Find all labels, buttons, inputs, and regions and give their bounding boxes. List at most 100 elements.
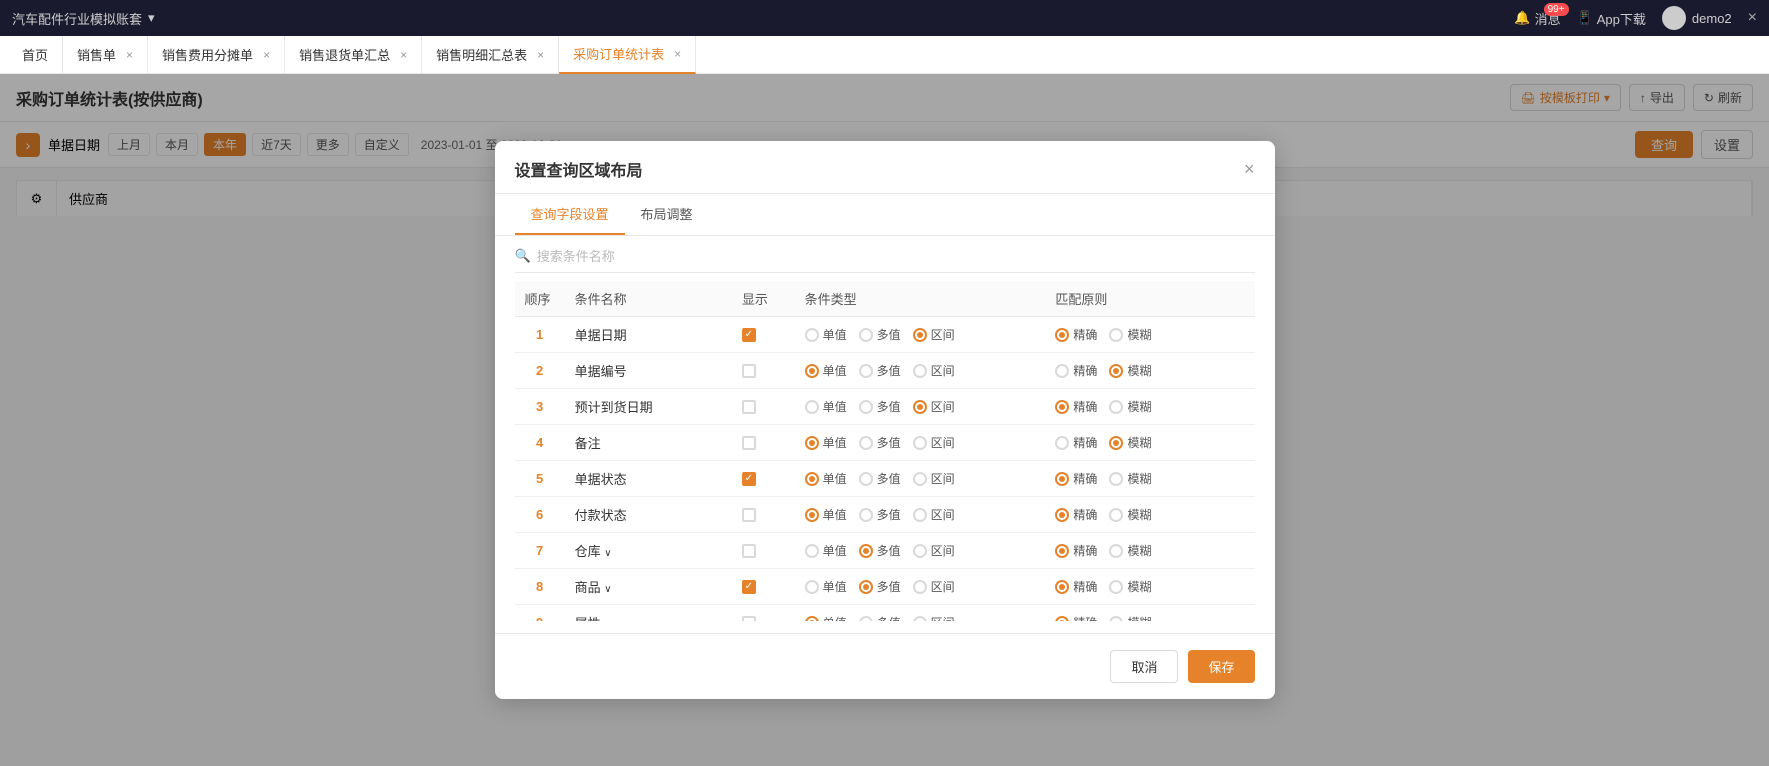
display-checkbox[interactable] bbox=[742, 472, 756, 486]
app-title: 汽车配件行业模拟账套 bbox=[12, 9, 142, 28]
type-radio-区间[interactable]: 区间 bbox=[913, 578, 955, 595]
radio-label: 多值 bbox=[877, 470, 901, 487]
match-radio-精确[interactable]: 精确 bbox=[1055, 614, 1097, 621]
type-radio-单值[interactable]: 单值 bbox=[805, 362, 847, 379]
match-radio-模糊[interactable]: 模糊 bbox=[1109, 362, 1151, 379]
tab-sales-order[interactable]: 销售单 × bbox=[63, 36, 148, 74]
tab-layout-adjust[interactable]: 布局调整 bbox=[625, 194, 709, 235]
cancel-button[interactable]: 取消 bbox=[1110, 650, 1178, 683]
display-checkbox[interactable] bbox=[742, 508, 756, 522]
match-radio-模糊[interactable]: 模糊 bbox=[1109, 398, 1151, 415]
match-radio-精确[interactable]: 精确 bbox=[1055, 578, 1097, 595]
top-close-button[interactable]: × bbox=[1748, 9, 1757, 27]
match-radio-精确[interactable]: 精确 bbox=[1055, 362, 1097, 379]
match-radio-模糊[interactable]: 模糊 bbox=[1109, 578, 1151, 595]
tab-close-sales-order[interactable]: × bbox=[126, 48, 133, 62]
notification-button[interactable]: 🔔 消息 99+ bbox=[1514, 9, 1560, 28]
type-radio-多值[interactable]: 多值 bbox=[859, 578, 901, 595]
match-radio-模糊[interactable]: 模糊 bbox=[1109, 470, 1151, 487]
type-radio-单值[interactable]: 单值 bbox=[805, 542, 847, 559]
type-radio-单值[interactable]: 单值 bbox=[805, 398, 847, 415]
type-radio-单值[interactable]: 单值 bbox=[805, 614, 847, 621]
type-radio-多值[interactable]: 多值 bbox=[859, 362, 901, 379]
tab-home[interactable]: 首页 bbox=[8, 36, 63, 74]
modal-close-button[interactable]: × bbox=[1244, 160, 1255, 178]
match-radio-精确[interactable]: 精确 bbox=[1055, 326, 1097, 343]
type-radio-单值[interactable]: 单值 bbox=[805, 470, 847, 487]
type-radio-区间[interactable]: 区间 bbox=[913, 614, 955, 621]
type-radio-区间[interactable]: 区间 bbox=[913, 362, 955, 379]
type-radio-多值[interactable]: 多值 bbox=[859, 614, 901, 621]
user-area[interactable]: demo2 bbox=[1662, 6, 1732, 30]
type-radio-多值[interactable]: 多值 bbox=[859, 326, 901, 343]
radio-circle bbox=[859, 472, 873, 486]
match-radio-精确[interactable]: 精确 bbox=[1055, 434, 1097, 451]
display-checkbox[interactable] bbox=[742, 436, 756, 450]
row-display-cell bbox=[732, 605, 795, 622]
row-order: 5 bbox=[515, 461, 565, 497]
match-radio-精确[interactable]: 精确 bbox=[1055, 470, 1097, 487]
display-checkbox[interactable] bbox=[742, 400, 756, 414]
display-checkbox[interactable] bbox=[742, 544, 756, 558]
match-radio-精确[interactable]: 精确 bbox=[1055, 542, 1097, 559]
type-radio-区间[interactable]: 区间 bbox=[913, 434, 955, 451]
match-radio-精确[interactable]: 精确 bbox=[1055, 398, 1097, 415]
match-radio-模糊[interactable]: 模糊 bbox=[1109, 326, 1151, 343]
settings-modal: 设置查询区域布局 × 查询字段设置 布局调整 🔍 bbox=[495, 141, 1275, 699]
save-button[interactable]: 保存 bbox=[1188, 650, 1254, 683]
match-radio-模糊[interactable]: 模糊 bbox=[1109, 614, 1151, 621]
type-radio-单值[interactable]: 单值 bbox=[805, 506, 847, 523]
type-radio-区间[interactable]: 区间 bbox=[913, 398, 955, 415]
table-row: 4备注单值多值区间精确模糊 bbox=[515, 425, 1255, 461]
row-order: 6 bbox=[515, 497, 565, 533]
tab-query-fields[interactable]: 查询字段设置 bbox=[515, 194, 625, 235]
radio-circle bbox=[1055, 544, 1069, 558]
tab-sales-return[interactable]: 销售退货单汇总 × bbox=[285, 36, 422, 74]
type-radio-区间[interactable]: 区间 bbox=[913, 542, 955, 559]
radio-circle bbox=[913, 328, 927, 342]
tab-close-sales-detail[interactable]: × bbox=[537, 48, 544, 62]
match-radio-模糊[interactable]: 模糊 bbox=[1109, 434, 1151, 451]
type-radio-多值[interactable]: 多值 bbox=[859, 506, 901, 523]
tab-sales-detail[interactable]: 销售明细汇总表 × bbox=[422, 36, 559, 74]
tab-close-sales-return[interactable]: × bbox=[400, 48, 407, 62]
type-radio-区间[interactable]: 区间 bbox=[913, 470, 955, 487]
radio-circle bbox=[859, 508, 873, 522]
row-name: 属性 ∨ bbox=[565, 605, 732, 622]
col-header-type: 条件类型 bbox=[795, 281, 1046, 317]
radio-label: 模糊 bbox=[1127, 398, 1151, 415]
type-radio-区间[interactable]: 区间 bbox=[913, 326, 955, 343]
type-radio-单值[interactable]: 单值 bbox=[805, 434, 847, 451]
type-radio-多值[interactable]: 多值 bbox=[859, 542, 901, 559]
type-radio-区间[interactable]: 区间 bbox=[913, 506, 955, 523]
radio-label: 区间 bbox=[931, 614, 955, 621]
type-radio-单值[interactable]: 单值 bbox=[805, 326, 847, 343]
radio-circle bbox=[1055, 400, 1069, 414]
type-radio-多值[interactable]: 多值 bbox=[859, 398, 901, 415]
tab-close-sales-expense[interactable]: × bbox=[263, 48, 270, 62]
search-input[interactable] bbox=[537, 249, 1255, 264]
radio-circle bbox=[913, 580, 927, 594]
display-checkbox[interactable] bbox=[742, 580, 756, 594]
radio-label: 精确 bbox=[1073, 434, 1097, 451]
display-checkbox[interactable] bbox=[742, 364, 756, 378]
display-checkbox[interactable] bbox=[742, 616, 756, 622]
download-button[interactable]: 📱 App下载 bbox=[1577, 9, 1646, 28]
row-display-cell bbox=[732, 497, 795, 533]
tab-sales-expense[interactable]: 销售费用分摊单 × bbox=[148, 36, 285, 74]
type-radio-多值[interactable]: 多值 bbox=[859, 470, 901, 487]
type-radio-单值[interactable]: 单值 bbox=[805, 578, 847, 595]
radio-label: 模糊 bbox=[1127, 470, 1151, 487]
radio-label: 多值 bbox=[877, 362, 901, 379]
type-radio-多值[interactable]: 多值 bbox=[859, 434, 901, 451]
tab-close-purchase-order[interactable]: × bbox=[674, 47, 681, 61]
tab-purchase-order[interactable]: 采购订单统计表 × bbox=[559, 36, 696, 74]
row-dropdown-icon: ∨ bbox=[604, 548, 611, 559]
match-radio-精确[interactable]: 精确 bbox=[1055, 506, 1097, 523]
radio-label: 区间 bbox=[931, 398, 955, 415]
match-radio-模糊[interactable]: 模糊 bbox=[1109, 506, 1151, 523]
match-radio-模糊[interactable]: 模糊 bbox=[1109, 542, 1151, 559]
radio-circle bbox=[1109, 580, 1123, 594]
display-checkbox[interactable] bbox=[742, 328, 756, 342]
row-type-cell: 单值 多值区间 bbox=[795, 461, 1046, 497]
